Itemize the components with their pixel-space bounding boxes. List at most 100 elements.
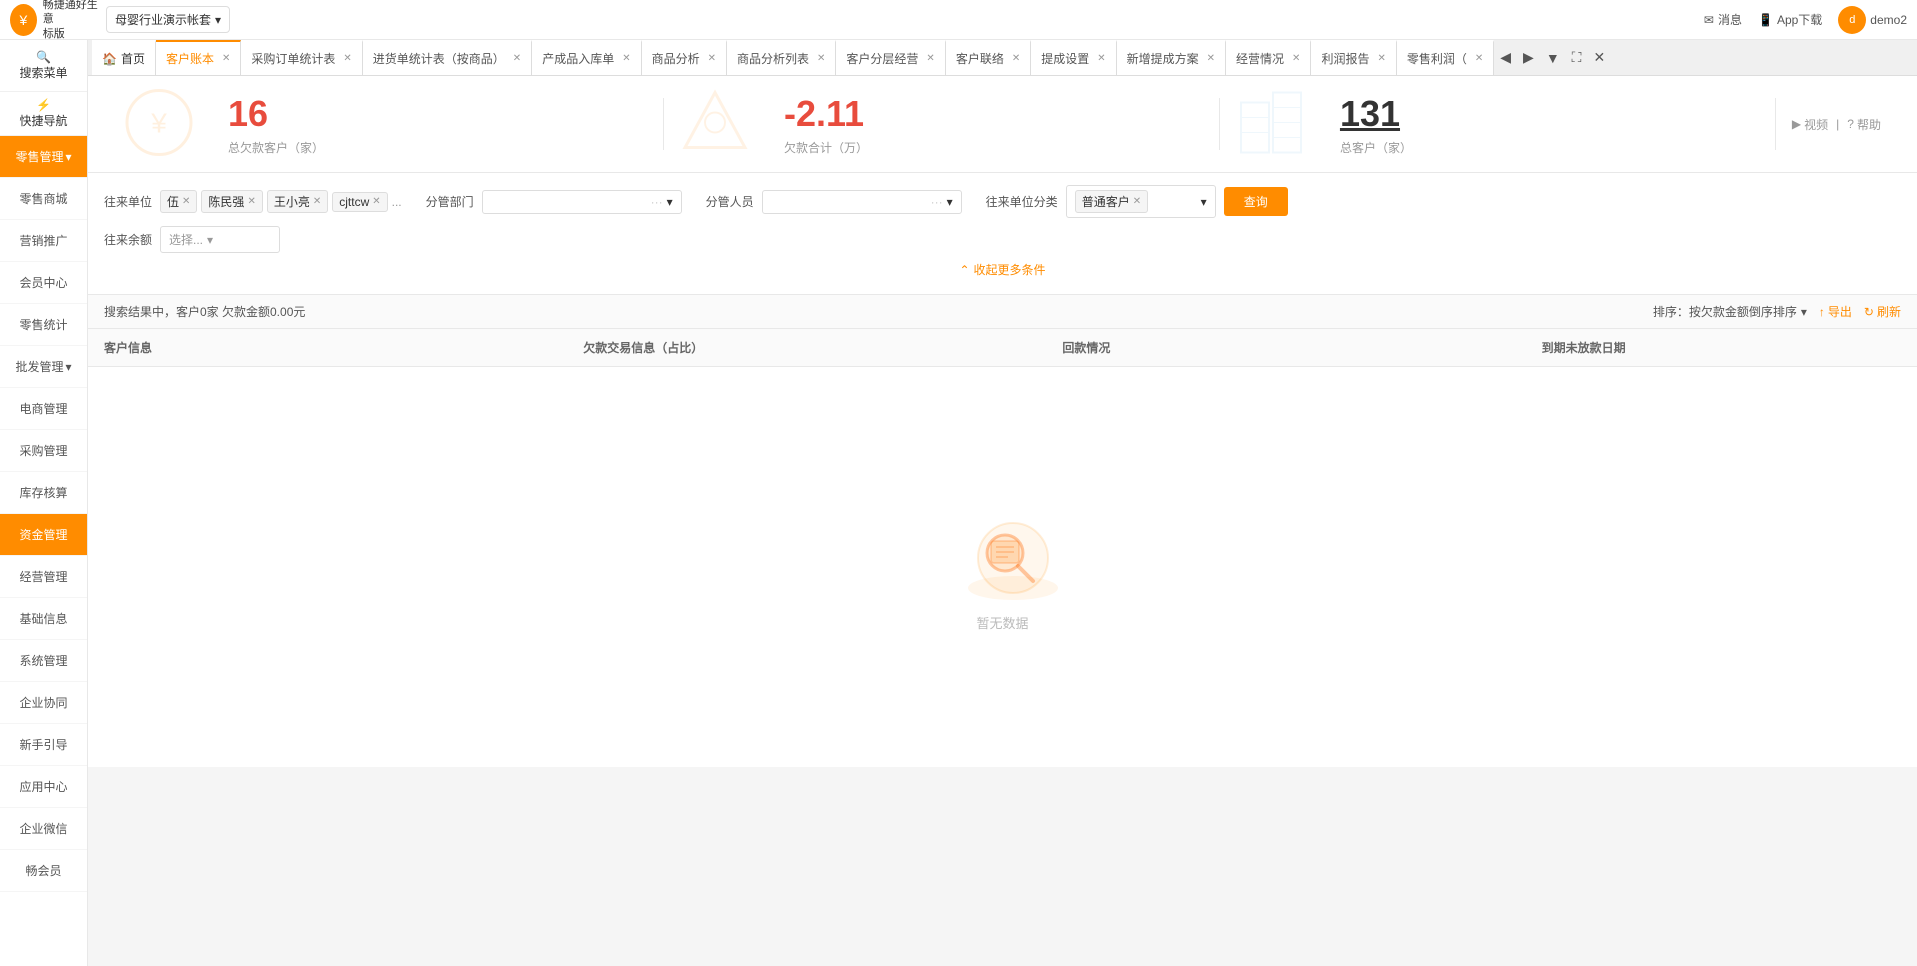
help-links: ▶ 视频 | ? 帮助 [1776,92,1897,156]
tab-propose-settings[interactable]: 提成设置 ✕ [1031,40,1116,75]
person-select[interactable]: ··· ▾ [762,190,962,214]
filter-row-2: 往来余额 选择... ▾ [104,226,1901,253]
sidebar-item-retail-stats[interactable]: 零售统计 [0,304,87,346]
message-action[interactable]: ✉ 消息 [1704,11,1742,28]
sidebar-item-member[interactable]: 会员中心 [0,262,87,304]
mobile-icon: 📱 [1758,13,1773,27]
sidebar-item-system[interactable]: 系统管理 [0,640,87,682]
sidebar-item-inventory[interactable]: 库存核算 [0,472,87,514]
tab-customer-tier[interactable]: 客户分层经营 ✕ [836,40,945,75]
sidebar-item-enterprise-coop[interactable]: 企业协同 [0,682,87,724]
tab-close-product-instock[interactable]: ✕ [622,53,630,64]
col-header-date: 到期未放款日期 [1542,339,1901,356]
tab-nav-right[interactable]: ▶ [1517,49,1540,66]
tab-product-instock[interactable]: 产成品入库单 ✕ [532,40,641,75]
more-icon-2: ··· [931,195,943,209]
unit-label: 往来单位 [104,193,152,210]
unit-type-label: 往来单位分类 [986,193,1058,210]
sidebar-quicknav[interactable]: ⚡ 快捷导航 [0,92,87,136]
tab-menu[interactable]: ▼ [1540,50,1566,66]
unit-tag-chen[interactable]: 陈民强 ✕ [201,190,262,213]
dept-select[interactable]: ··· ▾ [482,190,682,214]
tab-home[interactable]: 🏠 首页 [92,40,156,75]
refresh-button[interactable]: ↻ 刷新 [1864,303,1901,320]
unit-type-select[interactable]: 普通客户 ✕ ▾ [1066,185,1216,218]
export-button[interactable]: ↑ 导出 [1819,303,1852,320]
tab-close-product-analysis-list[interactable]: ✕ [817,53,825,64]
sidebar-item-label: 零售商城 [19,192,67,206]
tab-fullscreen[interactable]: ⛶ [1566,49,1588,66]
unit-type-tag-close[interactable]: ✕ [1133,196,1141,207]
tab-bar: 🏠 首页 客户账本 ✕ 采购订单统计表 ✕ 进货单统计表（按商品） ✕ 产成品入… [88,40,1917,76]
user-area[interactable]: d demo2 [1838,6,1907,34]
balance-select[interactable]: 选择... ▾ [160,226,280,253]
unit-tag-cjttcw[interactable]: cjttcw ✕ [332,192,387,212]
query-button[interactable]: 查询 [1224,187,1288,216]
tab-close-retail-profit[interactable]: ✕ [1475,53,1483,64]
sidebar-item-wholesale[interactable]: 批发管理 ▾ [0,346,87,388]
sidebar-item-new-guide[interactable]: 新手引导 [0,724,87,766]
sidebar-item-finance[interactable]: 资金管理 [0,514,87,556]
tab-close-instock[interactable]: ✕ [513,53,521,64]
unit-tag-wang-close[interactable]: ✕ [313,196,321,207]
tab-close-customer-contact[interactable]: ✕ [1012,53,1020,64]
no-data-image [953,503,1053,603]
sidebar-item-app-center[interactable]: 应用中心 [0,766,87,808]
unit-tag-wu-close[interactable]: ✕ [182,196,190,207]
unit-tag-cjttcw-close[interactable]: ✕ [372,196,380,207]
unit-tags-more[interactable]: ... [392,195,402,209]
tab-operations[interactable]: 经营情况 ✕ [1226,40,1311,75]
sidebar-item-vip-member[interactable]: 畅会员 [0,850,87,892]
sidebar-search[interactable]: 🔍 搜索菜单 [0,40,87,92]
chevron-down-icon: ▾ [215,13,221,27]
tab-close-operations[interactable]: ✕ [1292,53,1300,64]
workspace-selector[interactable]: 母婴行业演示帐套 ▾ [106,6,230,33]
sidebar-item-enterprise-wechat[interactable]: 企业微信 [0,808,87,850]
chevron-down-icon: ▾ [667,195,673,209]
stat-value-debt: -2.11 [784,92,868,135]
unit-type-tag-normal[interactable]: 普通客户 ✕ [1075,190,1148,213]
tab-close-all[interactable]: ✕ [1587,49,1611,66]
video-link[interactable]: ▶ 视频 [1792,116,1828,133]
tab-close-purchase[interactable]: ✕ [343,53,351,64]
tab-close-propose-settings[interactable]: ✕ [1097,53,1105,64]
tab-product-analysis-list[interactable]: 商品分析列表 ✕ [727,40,836,75]
sidebar-item-retail[interactable]: 零售管理 ▾ [0,136,87,178]
tab-close-product-analysis[interactable]: ✕ [708,53,716,64]
tab-new-propose[interactable]: 新增提成方案 ✕ [1117,40,1226,75]
tab-instock-stats[interactable]: 进货单统计表（按商品） ✕ [363,40,532,75]
help-link[interactable]: ? 帮助 [1847,116,1881,133]
sidebar-item-purchase[interactable]: 采购管理 [0,430,87,472]
unit-tag-chen-close[interactable]: ✕ [247,196,255,207]
tab-purchase-order-stats[interactable]: 采购订单统计表 ✕ [241,40,362,75]
tab-customer-contact[interactable]: 客户联络 ✕ [946,40,1031,75]
top-header: ¥ 畅捷通好生意 标版 母婴行业演示帐套 ▾ ✉ 消息 📱 App下载 d [0,0,1917,40]
tab-nav-left[interactable]: ◀ [1494,49,1517,66]
sidebar-item-retail-mall[interactable]: 零售商城 [0,178,87,220]
app-download-action[interactable]: 📱 App下载 [1758,11,1822,28]
tab-close-profit-report[interactable]: ✕ [1377,53,1385,64]
chevron-down-icon-5: ▾ [1801,305,1807,319]
tab-close-customer-book[interactable]: ✕ [222,53,230,64]
sidebar-item-ecommerce[interactable]: 电商管理 [0,388,87,430]
logo-icon: ¥ [10,4,37,36]
sidebar-item-label: 畅会员 [25,864,61,878]
tab-retail-profit[interactable]: 零售利润（ ✕ [1397,40,1494,75]
tab-profit-report[interactable]: 利润报告 ✕ [1311,40,1396,75]
sidebar-item-basic-info[interactable]: 基础信息 [0,598,87,640]
tab-close-new-propose[interactable]: ✕ [1207,53,1215,64]
header-left: ¥ 畅捷通好生意 标版 母婴行业演示帐套 ▾ [10,0,230,41]
tab-close-customer-tier[interactable]: ✕ [926,53,934,64]
tab-customer-book[interactable]: 客户账本 ✕ [156,40,241,75]
chevron-up-icon: ⌃ [959,263,969,277]
sidebar-item-label: 经营管理 [19,570,67,584]
filter-row-1: 往来单位 伍 ✕ 陈民强 ✕ 王小亮 [104,185,1901,218]
collapse-button[interactable]: ⌃ 收起更多条件 [959,261,1045,278]
unit-tag-wu[interactable]: 伍 ✕ [160,190,197,213]
sort-select[interactable]: 排序：按欠款金额倒序排序 ▾ [1653,303,1807,320]
sidebar-item-label: 应用中心 [19,780,67,794]
sidebar-item-operations-mgmt[interactable]: 经营管理 [0,556,87,598]
sidebar-item-marketing[interactable]: 营销推广 [0,220,87,262]
unit-tag-wang[interactable]: 王小亮 ✕ [267,190,328,213]
tab-product-analysis[interactable]: 商品分析 ✕ [642,40,727,75]
